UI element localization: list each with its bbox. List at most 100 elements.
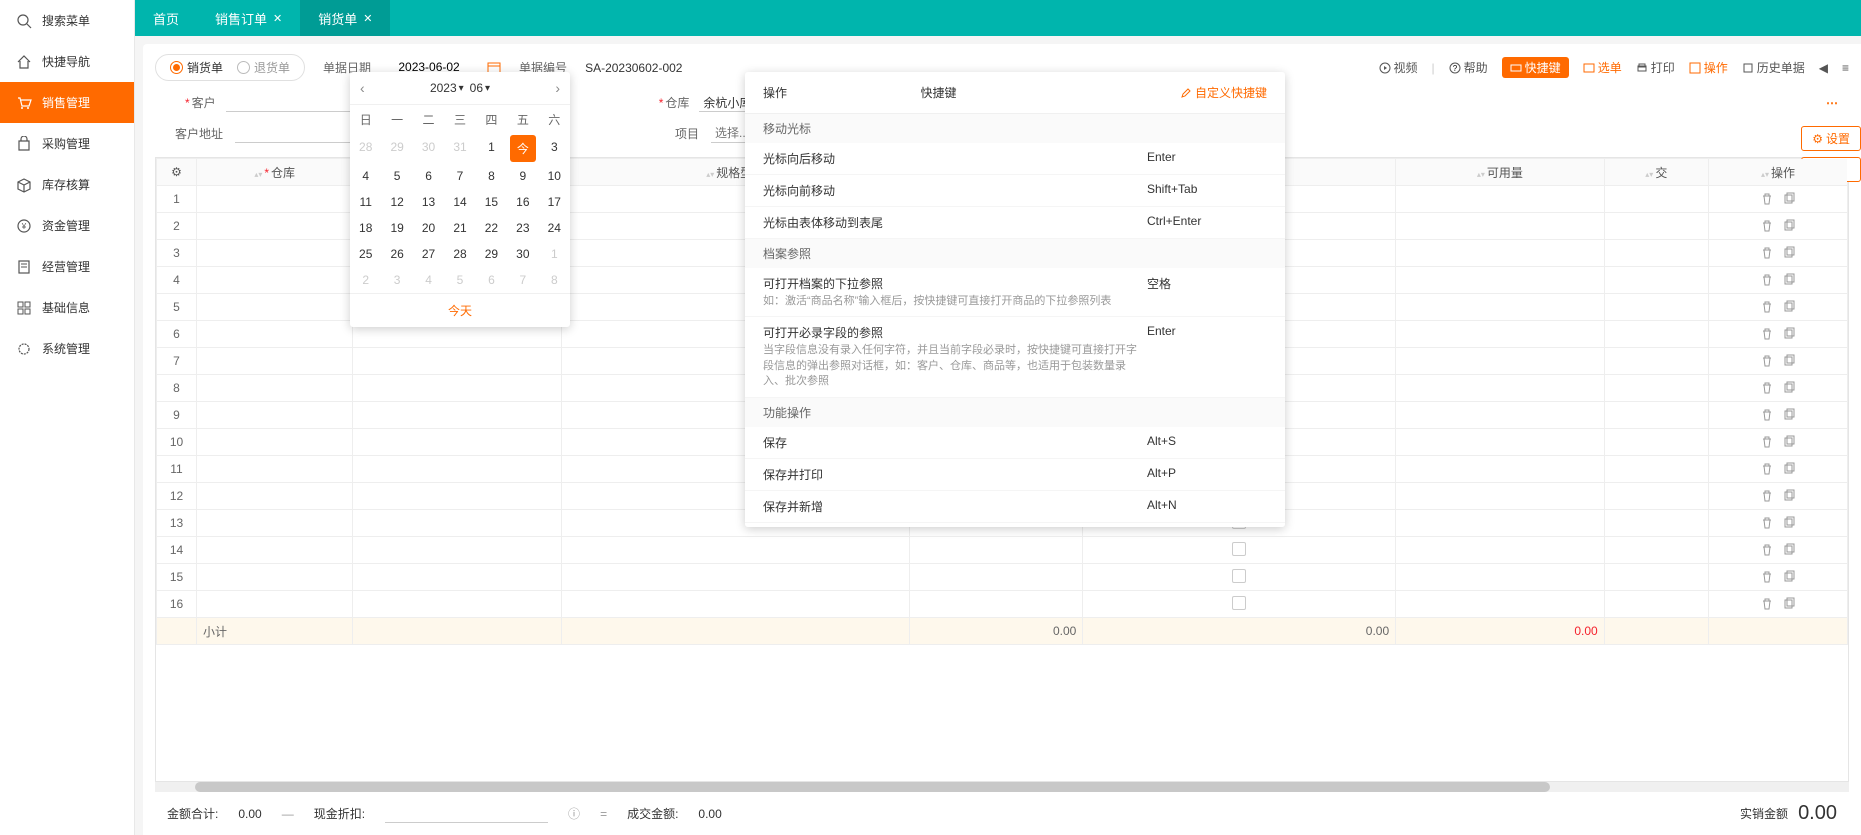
calendar-day[interactable]: 13 [416,190,441,214]
cell[interactable] [197,186,353,213]
cell[interactable] [1604,240,1708,267]
cell[interactable] [197,510,353,537]
discount-input[interactable] [385,804,548,823]
calendar-day[interactable]: 16 [510,190,535,214]
copy-icon[interactable] [1782,381,1796,395]
calendar-day-other[interactable]: 1 [542,242,567,266]
tab-home[interactable]: 首页 [135,0,197,36]
cell[interactable] [1604,564,1708,591]
delete-icon[interactable] [1760,192,1774,206]
copy-icon[interactable] [1782,435,1796,449]
calendar-day-other[interactable]: 2 [353,268,378,292]
copy-icon[interactable] [1782,192,1796,206]
copy-icon[interactable] [1782,219,1796,233]
calendar-day[interactable]: 15 [479,190,504,214]
cell[interactable] [1396,537,1605,564]
cell[interactable] [1083,537,1396,564]
calendar-day[interactable]: 4 [353,164,378,188]
cell[interactable] [909,564,1083,591]
column-header[interactable]: ▴▾*仓库 [197,159,353,186]
calendar-day[interactable]: 今 [510,135,535,162]
cell[interactable] [197,321,353,348]
delete-icon[interactable] [1760,219,1774,233]
settings-button[interactable]: ⚙设置 [1801,126,1861,151]
copy-icon[interactable] [1782,462,1796,476]
delete-icon[interactable] [1760,381,1774,395]
cell[interactable] [1396,456,1605,483]
cell[interactable] [1604,294,1708,321]
sidebar-item-system[interactable]: 系统管理 [0,328,134,369]
cell[interactable] [1604,267,1708,294]
calendar-day-other[interactable]: 7 [510,268,535,292]
calendar-day[interactable]: 8 [479,164,504,188]
cell[interactable] [197,348,353,375]
cell[interactable] [1604,429,1708,456]
sidebar-item-business[interactable]: 经营管理 [0,246,134,287]
delete-icon[interactable] [1760,246,1774,260]
ellipsis-icon[interactable]: ⋯ [1826,96,1839,110]
cell[interactable] [1396,321,1605,348]
cell[interactable] [1604,510,1708,537]
calendar-day-other[interactable]: 5 [447,268,472,292]
calendar-day[interactable]: 17 [542,190,567,214]
ops-button[interactable]: 操作 [1689,59,1728,76]
cell[interactable] [1604,348,1708,375]
cell[interactable] [197,564,353,591]
cell[interactable] [353,537,562,564]
cell[interactable] [1396,294,1605,321]
cell[interactable] [1604,591,1708,618]
calendar-day[interactable]: 22 [479,216,504,240]
cell[interactable] [197,402,353,429]
calendar-day[interactable]: 29 [479,242,504,266]
calendar-day[interactable]: 10 [542,164,567,188]
delete-icon[interactable] [1760,354,1774,368]
close-icon[interactable]: ✕ [273,12,282,25]
next-month-button[interactable]: › [555,80,560,96]
calendar-day[interactable]: 28 [447,242,472,266]
copy-icon[interactable] [1782,273,1796,287]
delete-icon[interactable] [1760,300,1774,314]
delete-icon[interactable] [1760,516,1774,530]
calendar-day-other[interactable]: 31 [447,135,472,162]
prev-month-button[interactable]: ‹ [360,80,365,96]
calendar-day-other[interactable]: 28 [353,135,378,162]
calendar-day[interactable]: 7 [447,164,472,188]
calendar-day[interactable]: 27 [416,242,441,266]
today-button[interactable]: 今天 [350,293,570,327]
copy-icon[interactable] [1782,354,1796,368]
copy-icon[interactable] [1782,543,1796,557]
cell[interactable] [1604,375,1708,402]
column-header[interactable]: ▴▾可用量 [1396,159,1605,186]
cell[interactable] [353,564,562,591]
cell[interactable] [909,537,1083,564]
cell[interactable] [353,348,562,375]
year-selector[interactable]: 2023▾ [430,81,464,95]
calendar-day[interactable]: 25 [353,242,378,266]
more-button[interactable]: ≡ [1842,61,1849,75]
sidebar-item-quicknav[interactable]: 快捷导航 [0,41,134,82]
cell[interactable] [353,429,562,456]
cell[interactable] [353,456,562,483]
calendar-day[interactable]: 6 [416,164,441,188]
calendar-day[interactable]: 26 [384,242,409,266]
history-button[interactable]: 历史单据 [1742,59,1805,76]
table-row[interactable]: 15 [157,564,1848,591]
gear-column[interactable]: ⚙ [157,159,197,186]
help-button[interactable]: ?帮助 [1449,59,1488,76]
calendar-day-other[interactable]: 6 [479,268,504,292]
calendar-day[interactable]: 12 [384,190,409,214]
delete-icon[interactable] [1760,435,1774,449]
calendar-day-other[interactable]: 8 [542,268,567,292]
cell[interactable] [1396,591,1605,618]
calendar-day-other[interactable]: 30 [416,135,441,162]
close-icon[interactable]: ✕ [363,12,372,25]
cell[interactable] [1396,402,1605,429]
sidebar-item-basicinfo[interactable]: 基础信息 [0,287,134,328]
horizontal-scrollbar[interactable] [155,782,1849,792]
cell[interactable] [353,483,562,510]
cell[interactable] [197,294,353,321]
delete-icon[interactable] [1760,462,1774,476]
prev-button[interactable]: ◀ [1819,61,1828,75]
cell[interactable] [1604,402,1708,429]
column-header[interactable]: ▴▾操作 [1708,159,1847,186]
